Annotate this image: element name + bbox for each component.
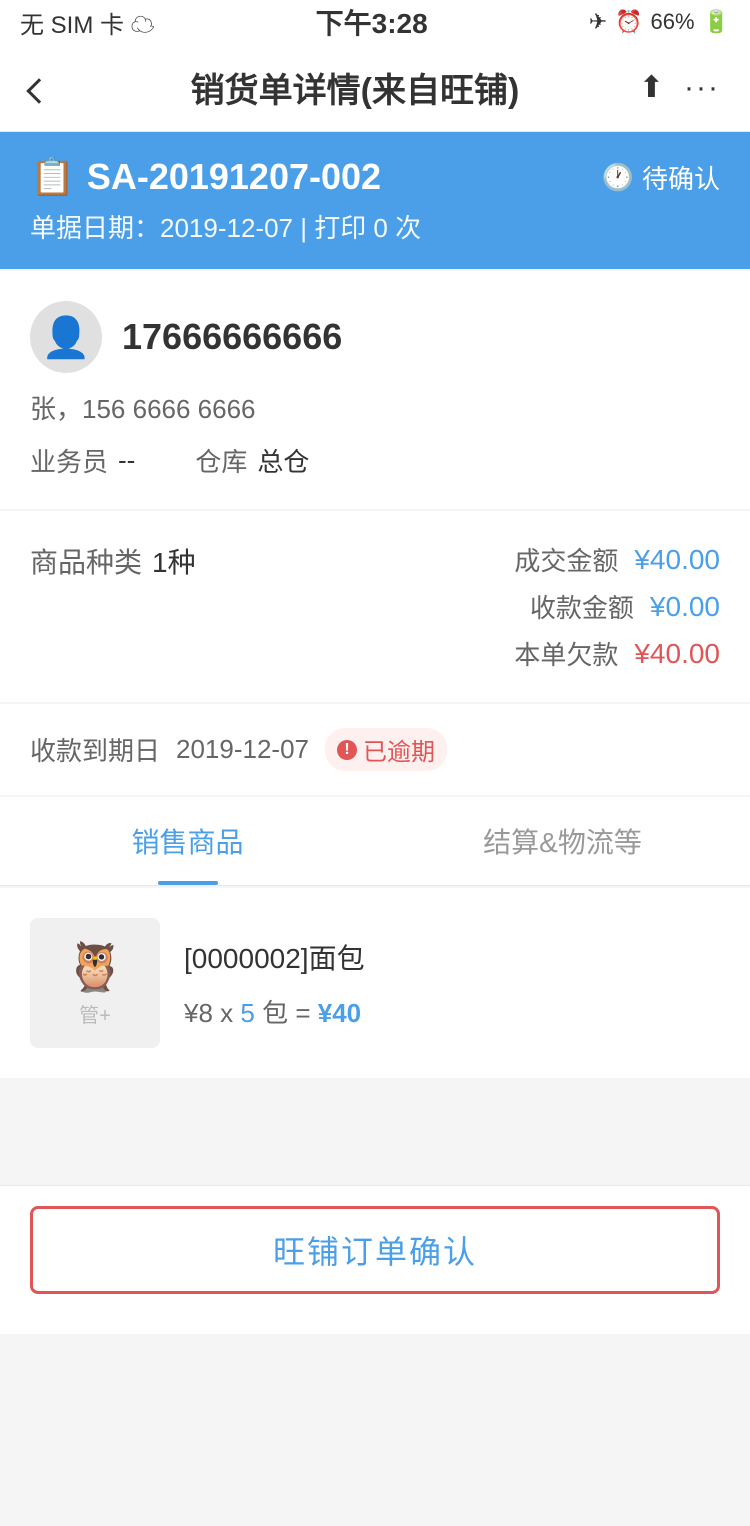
owe-label: 本单欠款: [514, 635, 618, 672]
customer-section: 👤 17666666666 张，156 6666 6666 业务员 -- 仓库 …: [0, 271, 750, 509]
tab-settlement-label: 结算&物流等: [483, 821, 642, 861]
payment-label: 收款金额: [530, 588, 634, 625]
overdue-text: 已逾期: [363, 732, 435, 767]
navigation-icon: ✈: [589, 9, 607, 35]
bottom-bar: 旺铺订单确认: [0, 1185, 750, 1334]
status-bar: 无 SIM 卡 ☁ 下午3:28 ✈ ⏰ 66% 🔋: [0, 0, 750, 44]
price-separator: x: [220, 998, 240, 1028]
amount-summary: 成交金额 ¥40.00 收款金额 ¥0.00 本单欠款 ¥40.00: [514, 541, 720, 672]
user-icon: 👤: [41, 314, 91, 361]
status-bar-time: 下午3:28: [316, 2, 428, 42]
product-unit: 包: [262, 998, 288, 1028]
payment-amount: ¥0.00: [650, 591, 720, 623]
page-title: 销货单详情(来自旺铺): [90, 63, 620, 112]
due-date-value: 2019-12-07: [176, 734, 309, 765]
back-button[interactable]: [30, 67, 90, 109]
status-bar-right: ✈ ⏰ 66% 🔋: [589, 9, 730, 35]
nav-bar: 销货单详情(来自旺铺) ⬆ ···: [0, 44, 750, 132]
tabs-section: 销售商品 结算&物流等: [0, 797, 750, 886]
customer-name: 张，156 6666 6666: [30, 389, 720, 426]
order-date: 单据日期：2019-12-07 | 打印 0 次: [30, 208, 720, 245]
owe-amount: ¥40.00: [634, 638, 720, 670]
more-button[interactable]: ···: [684, 71, 720, 105]
clock-icon: 🕐: [602, 162, 634, 193]
order-doc-icon: 📋: [30, 156, 75, 198]
product-type-summary: 商品种类 1种: [30, 541, 196, 581]
due-date-section: 收款到期日 2019-12-07 ! 已逾期: [0, 704, 750, 795]
warehouse-value: 总仓: [257, 442, 309, 479]
product-section: 🦉 管+ [0000002]面包 ¥8 x 5 包 = ¥40: [0, 888, 750, 1078]
share-button[interactable]: ⬆: [639, 70, 664, 105]
tab-settlement[interactable]: 结算&物流等: [375, 797, 750, 885]
summary-section: 商品种类 1种 成交金额 ¥40.00 收款金额 ¥0.00 本单欠款 ¥40.…: [0, 511, 750, 702]
salesperson-value: --: [118, 445, 135, 476]
order-id: 📋 SA-20191207-002: [30, 156, 381, 198]
customer-phone: 17666666666: [122, 316, 342, 358]
product-qty: 5: [240, 998, 254, 1028]
battery-icon: 🔋: [703, 9, 730, 35]
tab-products[interactable]: 销售商品: [0, 797, 375, 885]
confirm-order-button[interactable]: 旺铺订单确认: [30, 1206, 720, 1294]
alarm-icon: ⏰: [615, 9, 642, 35]
warehouse-label: 仓库: [195, 442, 247, 479]
order-header-card: 📋 SA-20191207-002 🕐 待确认 单据日期：2019-12-07 …: [0, 132, 750, 269]
product-price: ¥8 x 5 包 = ¥40: [184, 993, 720, 1030]
tab-active-indicator: [158, 881, 218, 885]
brand-logo-icon: 🦉: [65, 938, 125, 995]
status-bar-left: 无 SIM 卡 ☁: [20, 5, 155, 40]
product-name: [0000002]面包: [184, 937, 720, 977]
customer-avatar: 👤: [30, 301, 102, 373]
due-date-label: 收款到期日: [30, 731, 160, 768]
unit-price: ¥8: [184, 998, 213, 1028]
transaction-amount: ¥40.00: [634, 544, 720, 576]
sim-status: 无 SIM 卡 ☁: [20, 5, 155, 40]
battery-status: 66%: [651, 9, 695, 35]
product-info: [0000002]面包 ¥8 x 5 包 = ¥40: [184, 937, 720, 1030]
product-type-label: 商品种类: [30, 541, 142, 581]
overdue-badge: ! 已逾期: [325, 728, 447, 771]
product-total: ¥40: [318, 998, 361, 1028]
product-thumbnail: 🦉 管+: [30, 918, 160, 1048]
transaction-label: 成交金额: [514, 541, 618, 578]
product-item: 🦉 管+ [0000002]面包 ¥8 x 5 包 = ¥40: [0, 888, 750, 1078]
brand-label: 管+: [65, 999, 125, 1028]
nav-actions: ⬆ ···: [620, 70, 720, 105]
order-status: 🕐 待确认: [602, 159, 720, 196]
equals-sign: =: [295, 998, 317, 1028]
customer-meta: 业务员 -- 仓库 总仓: [30, 442, 720, 479]
salesperson-label: 业务员: [30, 442, 108, 479]
product-type-value: 1种: [152, 541, 196, 581]
tab-products-label: 销售商品: [131, 821, 243, 861]
warning-icon: !: [337, 740, 357, 760]
